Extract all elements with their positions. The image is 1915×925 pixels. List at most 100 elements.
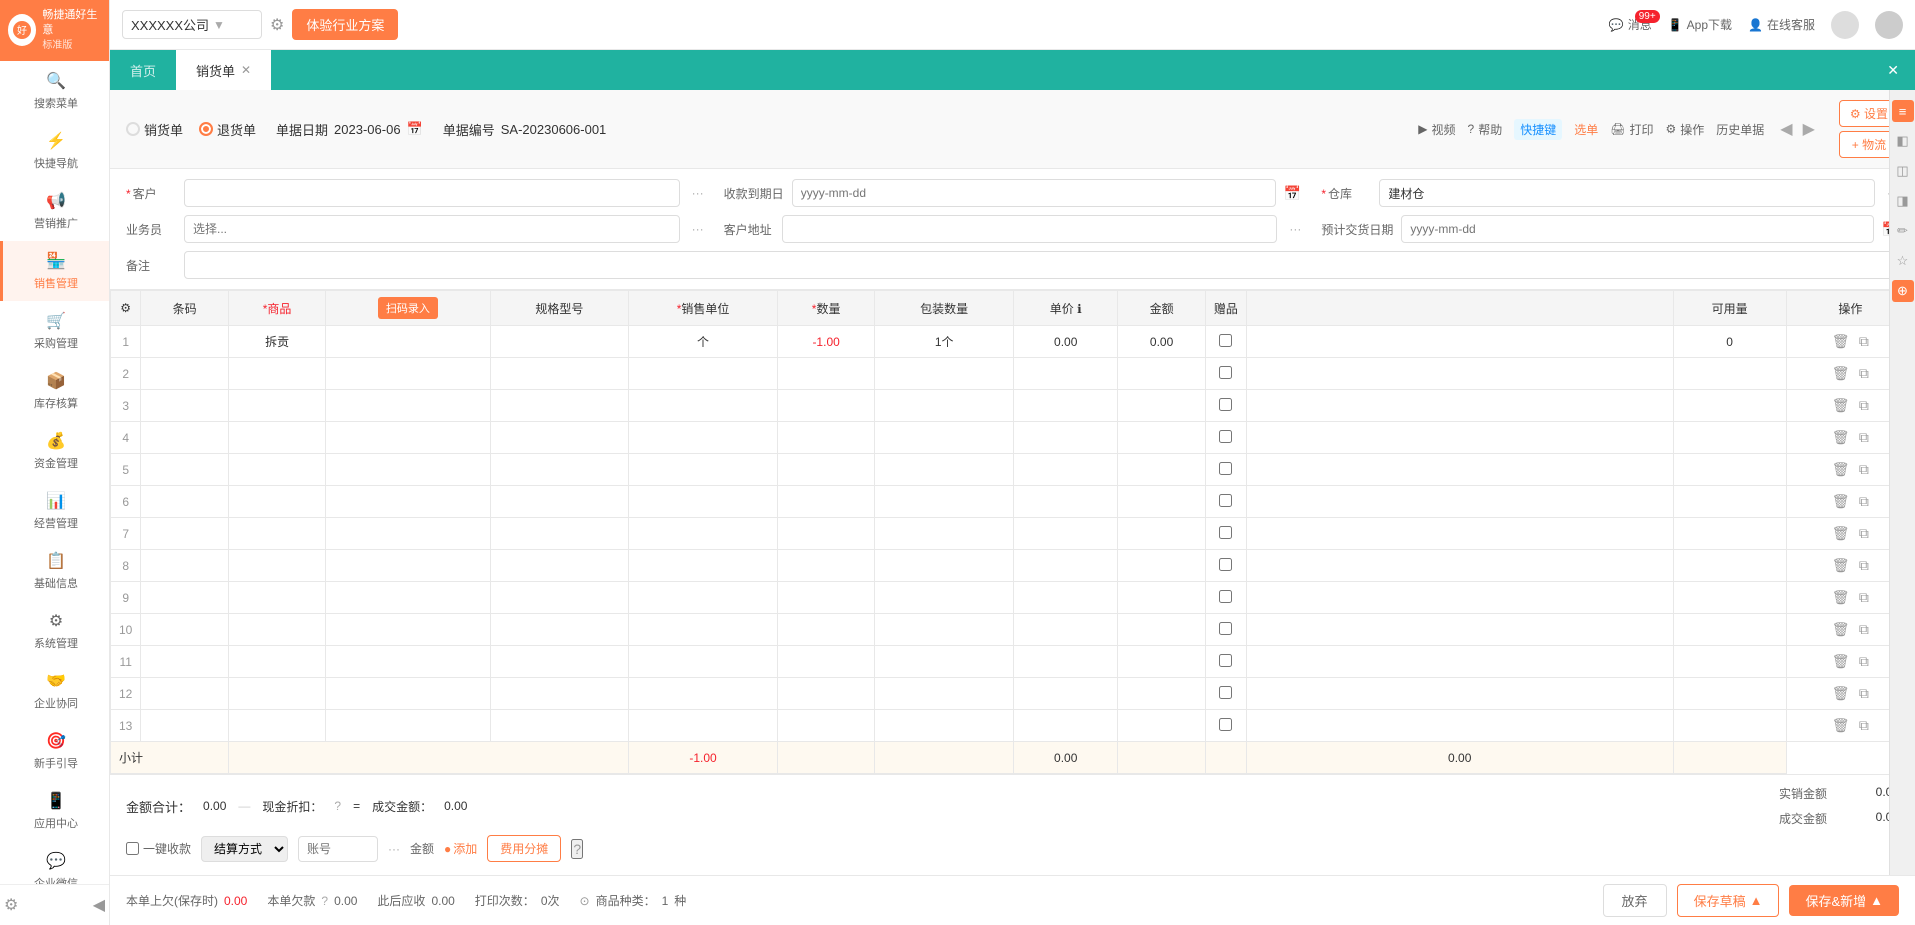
row-barcode-3[interactable] [141,422,229,454]
experience-btn[interactable]: 体验行业方案 [292,9,398,40]
row-unit-price-11[interactable] [1014,678,1118,710]
row-gift-0[interactable] [1205,326,1246,358]
gift-checkbox-6[interactable] [1219,526,1232,539]
salesperson-dots[interactable]: ··· [692,222,704,236]
sidebar-item-system[interactable]: ⚙系统管理 [0,601,109,661]
row-spec-4[interactable] [490,454,629,486]
row-unit-price-12[interactable] [1014,710,1118,742]
avatar2[interactable] [1875,11,1903,39]
payment-due-input[interactable] [792,179,1276,207]
row-unit-8[interactable] [629,582,778,614]
row-amount-3[interactable] [1118,422,1206,454]
row-pack-qty-7[interactable] [875,550,1014,582]
row-delete-btn-0[interactable]: 🗑 [1829,331,1853,352]
sidebar-item-finance[interactable]: 💰资金管理 [0,421,109,481]
customer-input[interactable] [184,179,680,207]
row-copy-btn-3[interactable]: ⧉ [1856,427,1872,448]
gift-checkbox-0[interactable] [1219,334,1232,347]
history-action[interactable]: 历史单据 [1716,121,1764,138]
row-quantity-0[interactable]: -1.00 [777,326,874,358]
row-spec-12[interactable] [490,710,629,742]
sidebar-item-app-center[interactable]: 📱应用中心 [0,781,109,841]
discard-btn[interactable]: 放弃 [1603,884,1667,917]
row-unit-4[interactable] [629,454,778,486]
collapse-icon[interactable]: ◀ [93,895,105,915]
print-action[interactable]: 🖨打印 [1610,121,1653,138]
save-new-chevron-icon[interactable]: ▲ [1870,893,1883,908]
row-unit-10[interactable] [629,646,778,678]
row-unit-price-2[interactable] [1014,390,1118,422]
row-amount-9[interactable] [1118,614,1206,646]
row-barcode-8[interactable] [141,582,229,614]
sidebar-item-operations[interactable]: 📊经营管理 [0,481,109,541]
row-unit-price-8[interactable] [1014,582,1118,614]
row-barcode-0[interactable] [141,326,229,358]
col-settings[interactable]: ⚙ [111,291,141,326]
row-gift-1[interactable] [1205,358,1246,390]
gift-checkbox-12[interactable] [1219,718,1232,731]
row-quantity-7[interactable] [777,550,874,582]
row-pack-qty-5[interactable] [875,486,1014,518]
nav-prev[interactable]: ◀ [1776,119,1796,139]
sidebar-item-wechat[interactable]: 💬企业微信 [0,841,109,884]
app-download-group[interactable]: 📱 App下载 [1668,16,1732,33]
right-panel-star-icon[interactable]: ☆ [1892,250,1914,272]
row-amount-7[interactable] [1118,550,1206,582]
footer-help-btn[interactable]: ? [571,839,583,859]
row-quantity-11[interactable] [777,678,874,710]
customer-dots[interactable]: ··· [692,186,704,200]
row-product-10[interactable] [228,646,325,678]
help-action[interactable]: ?帮助 [1468,121,1503,138]
row-quantity-8[interactable] [777,582,874,614]
row-unit-price-1[interactable] [1014,358,1118,390]
row-barcode-10[interactable] [141,646,229,678]
row-spec-0[interactable] [490,326,629,358]
row-pack-qty-11[interactable] [875,678,1014,710]
row-unit-price-3[interactable] [1014,422,1118,454]
row-delete-btn-5[interactable]: 🗑 [1829,491,1853,512]
row-product-3[interactable] [228,422,325,454]
right-panel-add-icon[interactable]: ⊕ [1892,280,1914,302]
row-pack-qty-2[interactable] [875,390,1014,422]
tab-sales-order[interactable]: 销货单 ✕ [176,50,271,90]
row-pack-qty-0[interactable]: 1个 [875,326,1014,358]
row-copy-btn-4[interactable]: ⧉ [1856,459,1872,480]
company-selector[interactable]: XXXXXX公司 ▼ [122,10,262,39]
row-delete-btn-10[interactable]: 🗑 [1829,651,1853,672]
gift-checkbox-10[interactable] [1219,654,1232,667]
payment-calendar-icon[interactable]: 📅 [1284,185,1301,202]
calendar-icon[interactable]: 📅 [407,121,423,137]
row-quantity-12[interactable] [777,710,874,742]
payment-account-input[interactable] [298,836,378,862]
row-spec-11[interactable] [490,678,629,710]
customer-address-input[interactable] [782,215,1278,243]
right-panel-layout2-icon[interactable]: ◫ [1892,160,1914,182]
row-spec-6[interactable] [490,518,629,550]
row-barcode-12[interactable] [141,710,229,742]
gift-checkbox-1[interactable] [1219,366,1232,379]
row-gift-11[interactable] [1205,678,1246,710]
scan-btn[interactable]: 扫码录入 [378,297,438,319]
salesperson-input[interactable] [184,215,680,243]
row-unit-6[interactable] [629,518,778,550]
row-product-4[interactable] [228,454,325,486]
address-dots[interactable]: ··· [1289,222,1301,236]
sidebar-item-marketing[interactable]: 📢营销推广 [0,181,109,241]
row-amount-11[interactable] [1118,678,1206,710]
radio-sales[interactable]: 销货单 [126,120,183,139]
row-unit-price-6[interactable] [1014,518,1118,550]
save-draft-btn[interactable]: 保存草稿 ▲ [1677,884,1780,917]
row-pack-qty-9[interactable] [875,614,1014,646]
row-quantity-9[interactable] [777,614,874,646]
row-pack-qty-4[interactable] [875,454,1014,486]
row-amount-5[interactable] [1118,486,1206,518]
row-gift-5[interactable] [1205,486,1246,518]
row-delete-btn-4[interactable]: 🗑 [1829,459,1853,480]
sidebar-item-search[interactable]: 🔍搜索菜单 [0,61,109,121]
row-spec-8[interactable] [490,582,629,614]
row-unit-price-7[interactable] [1014,550,1118,582]
row-product-12[interactable] [228,710,325,742]
one-click-checkbox-input[interactable] [126,842,139,855]
row-unit-price-0[interactable]: 0.00 [1014,326,1118,358]
row-spec-7[interactable] [490,550,629,582]
